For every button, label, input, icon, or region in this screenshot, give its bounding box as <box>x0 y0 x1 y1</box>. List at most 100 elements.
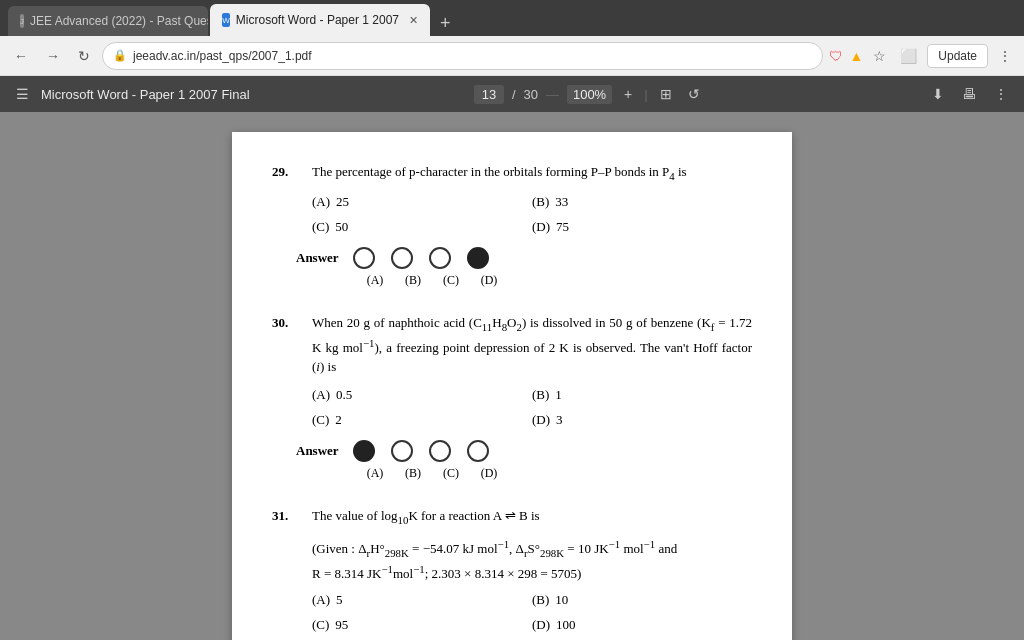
q31-given-text: (Given : ΔrH°298K = −54.07 kJ mol−1, ΔrS… <box>312 541 677 556</box>
page-number-input[interactable] <box>474 85 504 104</box>
q29-option-c: (C) 50 <box>312 217 532 237</box>
dash-separator: — <box>546 87 559 102</box>
q30-option-d-label: (D) <box>532 410 550 430</box>
browser-frame: J JEE Advanced (2022) - Past Ques... ✕ W… <box>0 0 1024 640</box>
q30-radio-b[interactable] <box>391 440 413 462</box>
q31-given-R: R = 8.314 JK−1mol−1; 2.303 × 8.314 × 298… <box>312 566 581 581</box>
q30-option-c: (C) 2 <box>312 410 532 430</box>
hamburger-menu[interactable]: ☰ <box>12 84 33 104</box>
update-button[interactable]: Update <box>927 44 988 68</box>
q31-option-c: (C) 95 <box>312 615 532 635</box>
q30-option-b-value: 1 <box>555 385 562 405</box>
q29-radio-d[interactable] <box>467 247 489 269</box>
q29-radio-c[interactable] <box>429 247 451 269</box>
pdf-content: 29. The percentage of p-character in the… <box>0 112 1024 640</box>
q30-option-c-value: 2 <box>335 410 342 430</box>
q30-radio-a[interactable] <box>353 440 375 462</box>
pdf-page: 29. The percentage of p-character in the… <box>232 132 792 640</box>
q30-options: (A) 0.5 (B) 1 (C) 2 (D) 3 <box>312 385 752 430</box>
url-bar[interactable]: 🔒 jeeadv.ac.in/past_qps/2007_1.pdf <box>102 42 823 70</box>
tab-inactive-jee[interactable]: J JEE Advanced (2022) - Past Ques... ✕ <box>8 6 208 36</box>
q29-option-a-value: 25 <box>336 192 349 212</box>
q29-radio-a[interactable] <box>353 247 375 269</box>
q29-answer-letters: (A) (B) (C) (D) <box>364 271 752 289</box>
q30-option-a: (A) 0.5 <box>312 385 532 405</box>
q29-answer-section: Answer (A) (B) (C) (D) <box>296 247 752 289</box>
q29-answer-label: Answer <box>296 248 339 268</box>
tab-active-label: Microsoft Word - Paper 1 2007 <box>236 13 399 27</box>
question-30: 30. When 20 g of naphthoic acid (C11H8O2… <box>272 313 752 482</box>
fit-page-button[interactable]: ⊞ <box>656 84 676 104</box>
pdf-toolbar-right: ⬇ 🖶 ⋮ <box>928 84 1012 104</box>
more-options-button[interactable]: ⋮ <box>990 84 1012 104</box>
q30-ans-letter-a: (A) <box>364 464 386 482</box>
q29-ans-letter-a: (A) <box>364 271 386 289</box>
q30-option-a-label: (A) <box>312 385 330 405</box>
print-button[interactable]: 🖶 <box>958 84 980 104</box>
pdf-toolbar: ☰ Microsoft Word - Paper 1 2007 Final / … <box>0 76 1024 112</box>
q30-answer-label: Answer <box>296 441 339 461</box>
q30-option-c-label: (C) <box>312 410 329 430</box>
q30-ans-letter-c: (C) <box>440 464 462 482</box>
toolbar-separator: | <box>644 87 647 102</box>
rotate-button[interactable]: ↺ <box>684 84 704 104</box>
q31-text: The value of log10K for a reaction A ⇌ B… <box>312 506 752 528</box>
q30-option-b: (B) 1 <box>532 385 752 405</box>
q31-given: (Given : ΔrH°298K = −54.07 kJ mol−1, ΔrS… <box>312 536 752 584</box>
star-button[interactable]: ☆ <box>869 44 890 68</box>
tab-close-word[interactable]: ✕ <box>409 14 418 27</box>
q31-option-b: (B) 10 <box>532 590 752 610</box>
question-29-row: 29. The percentage of p-character in the… <box>272 162 752 184</box>
q30-number: 30. <box>272 313 300 377</box>
pdf-title: Microsoft Word - Paper 1 2007 Final <box>41 87 250 102</box>
page-separator: / <box>512 87 516 102</box>
refresh-button[interactable]: ↻ <box>72 44 96 68</box>
forward-button[interactable]: → <box>40 44 66 68</box>
download-button[interactable]: ⬇ <box>928 84 948 104</box>
q30-option-d-value: 3 <box>556 410 563 430</box>
q31-option-a-label: (A) <box>312 590 330 610</box>
q30-answer-letters: (A) (B) (C) (D) <box>364 464 752 482</box>
tab-favicon-word: W <box>222 13 230 27</box>
tab-favicon-jee: J <box>20 14 24 28</box>
q29-ans-letter-d: (D) <box>478 271 500 289</box>
menu-button[interactable]: ⋮ <box>994 44 1016 68</box>
shield-icon: 🛡 <box>829 48 843 64</box>
q30-radio-d[interactable] <box>467 440 489 462</box>
tab-inactive-label: JEE Advanced (2022) - Past Ques... <box>30 14 208 28</box>
q31-options: (A) 5 (B) 10 (C) 95 (D) 100 <box>312 590 752 635</box>
zoom-input[interactable] <box>567 85 612 104</box>
q29-radio-b[interactable] <box>391 247 413 269</box>
url-text: jeeadv.ac.in/past_qps/2007_1.pdf <box>133 49 312 63</box>
q29-options: (A) 25 (B) 33 (C) 50 (D) 75 <box>312 192 752 237</box>
q30-radio-c[interactable] <box>429 440 451 462</box>
nav-bar: ← → ↻ 🔒 jeeadv.ac.in/past_qps/2007_1.pdf… <box>0 36 1024 76</box>
q30-option-d: (D) 3 <box>532 410 752 430</box>
q31-option-a-value: 5 <box>336 590 343 610</box>
new-tab-button[interactable]: + <box>432 13 459 34</box>
q29-option-d: (D) 75 <box>532 217 752 237</box>
tab-active-word[interactable]: W Microsoft Word - Paper 1 2007 ✕ <box>210 4 430 36</box>
q31-option-c-value: 95 <box>335 615 348 635</box>
back-button[interactable]: ← <box>8 44 34 68</box>
q30-ans-letter-d: (D) <box>478 464 500 482</box>
total-pages: 30 <box>524 87 538 102</box>
q30-ans-letter-b: (B) <box>402 464 424 482</box>
q30-text: When 20 g of naphthoic acid (C11H8O2) is… <box>312 313 752 377</box>
triangle-icon: ▲ <box>849 48 863 64</box>
q30-option-a-value: 0.5 <box>336 385 352 405</box>
extensions-button[interactable]: ⬜ <box>896 44 921 68</box>
q30-answer-section: Answer (A) (B) (C) (D) <box>296 440 752 482</box>
q29-ans-letter-c: (C) <box>440 271 462 289</box>
q30-answer-circles <box>353 440 489 462</box>
lock-icon: 🔒 <box>113 49 127 62</box>
q31-option-c-label: (C) <box>312 615 329 635</box>
question-30-row: 30. When 20 g of naphthoic acid (C11H8O2… <box>272 313 752 377</box>
zoom-plus-button[interactable]: + <box>620 84 636 104</box>
pdf-toolbar-center: / 30 — + | ⊞ ↺ <box>260 84 918 104</box>
question-31-row: 31. The value of log10K for a reaction A… <box>272 506 752 528</box>
q29-option-c-value: 50 <box>335 217 348 237</box>
q29-option-b-value: 33 <box>555 192 568 212</box>
q31-option-d-value: 100 <box>556 615 576 635</box>
q31-number: 31. <box>272 506 300 528</box>
